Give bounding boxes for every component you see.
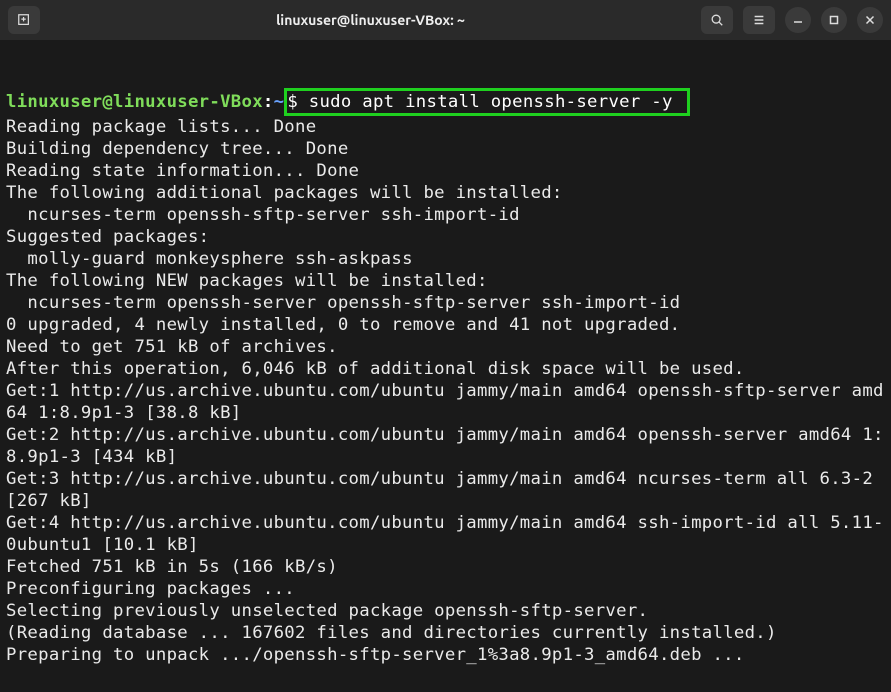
output-line: molly-guard monkeysphere ssh-askpass — [6, 248, 885, 270]
output-line: Preconfiguring packages ... — [6, 578, 885, 600]
prompt-path: ~ — [274, 92, 285, 112]
prompt-separator: : — [263, 92, 274, 112]
output-line: Need to get 751 kB of archives. — [6, 336, 885, 358]
output-line: The following additional packages will b… — [6, 182, 885, 204]
output-line: After this operation, 6,046 kB of additi… — [6, 358, 885, 380]
search-button[interactable] — [701, 6, 733, 34]
hamburger-icon — [752, 13, 766, 27]
output-line: Building dependency tree... Done — [6, 138, 885, 160]
terminal-content[interactable]: linuxuser@linuxuser-VBox:~$ sudo apt ins… — [0, 40, 891, 692]
output-line: The following NEW packages will be insta… — [6, 270, 885, 292]
prompt-line: linuxuser@linuxuser-VBox:~$ sudo apt ins… — [6, 88, 885, 116]
prompt-user-host: linuxuser@linuxuser-VBox — [6, 92, 263, 112]
command-highlight: $ sudo apt install openssh-server -y — [284, 88, 690, 116]
close-icon — [865, 15, 875, 25]
new-tab-button[interactable] — [8, 6, 40, 34]
menu-button[interactable] — [743, 6, 775, 34]
close-button[interactable] — [857, 7, 883, 33]
window-title: linuxuser@linuxuser-VBox: ~ — [48, 12, 693, 28]
output-line: Get:3 http://us.archive.ubuntu.com/ubunt… — [6, 468, 885, 512]
output-line: (Reading database ... 167602 files and d… — [6, 622, 885, 644]
output-line: Selecting previously unselected package … — [6, 600, 885, 622]
output-line: Reading package lists... Done — [6, 116, 885, 138]
output-line: Suggested packages: — [6, 226, 885, 248]
output-line: 0 upgraded, 4 newly installed, 0 to remo… — [6, 314, 885, 336]
output-line: ncurses-term openssh-sftp-server ssh-imp… — [6, 204, 885, 226]
maximize-button[interactable] — [821, 7, 847, 33]
new-tab-icon — [17, 13, 31, 27]
output-line: Reading state information... Done — [6, 160, 885, 182]
output-line: Get:1 http://us.archive.ubuntu.com/ubunt… — [6, 380, 885, 424]
maximize-icon — [829, 15, 839, 25]
output-line: Fetched 751 kB in 5s (166 kB/s) — [6, 556, 885, 578]
output-line: Preparing to unpack .../openssh-sftp-ser… — [6, 644, 885, 666]
output-line: Get:2 http://us.archive.ubuntu.com/ubunt… — [6, 424, 885, 468]
window-titlebar: linuxuser@linuxuser-VBox: ~ — [0, 0, 891, 40]
search-icon — [710, 13, 724, 27]
minimize-button[interactable] — [785, 7, 811, 33]
terminal-output: Reading package lists... DoneBuilding de… — [6, 116, 885, 666]
output-line: Get:4 http://us.archive.ubuntu.com/ubunt… — [6, 512, 885, 556]
command-text: $ sudo apt install openssh-server -y — [287, 92, 672, 112]
minimize-icon — [793, 15, 803, 25]
output-line: ncurses-term openssh-server openssh-sftp… — [6, 292, 885, 314]
